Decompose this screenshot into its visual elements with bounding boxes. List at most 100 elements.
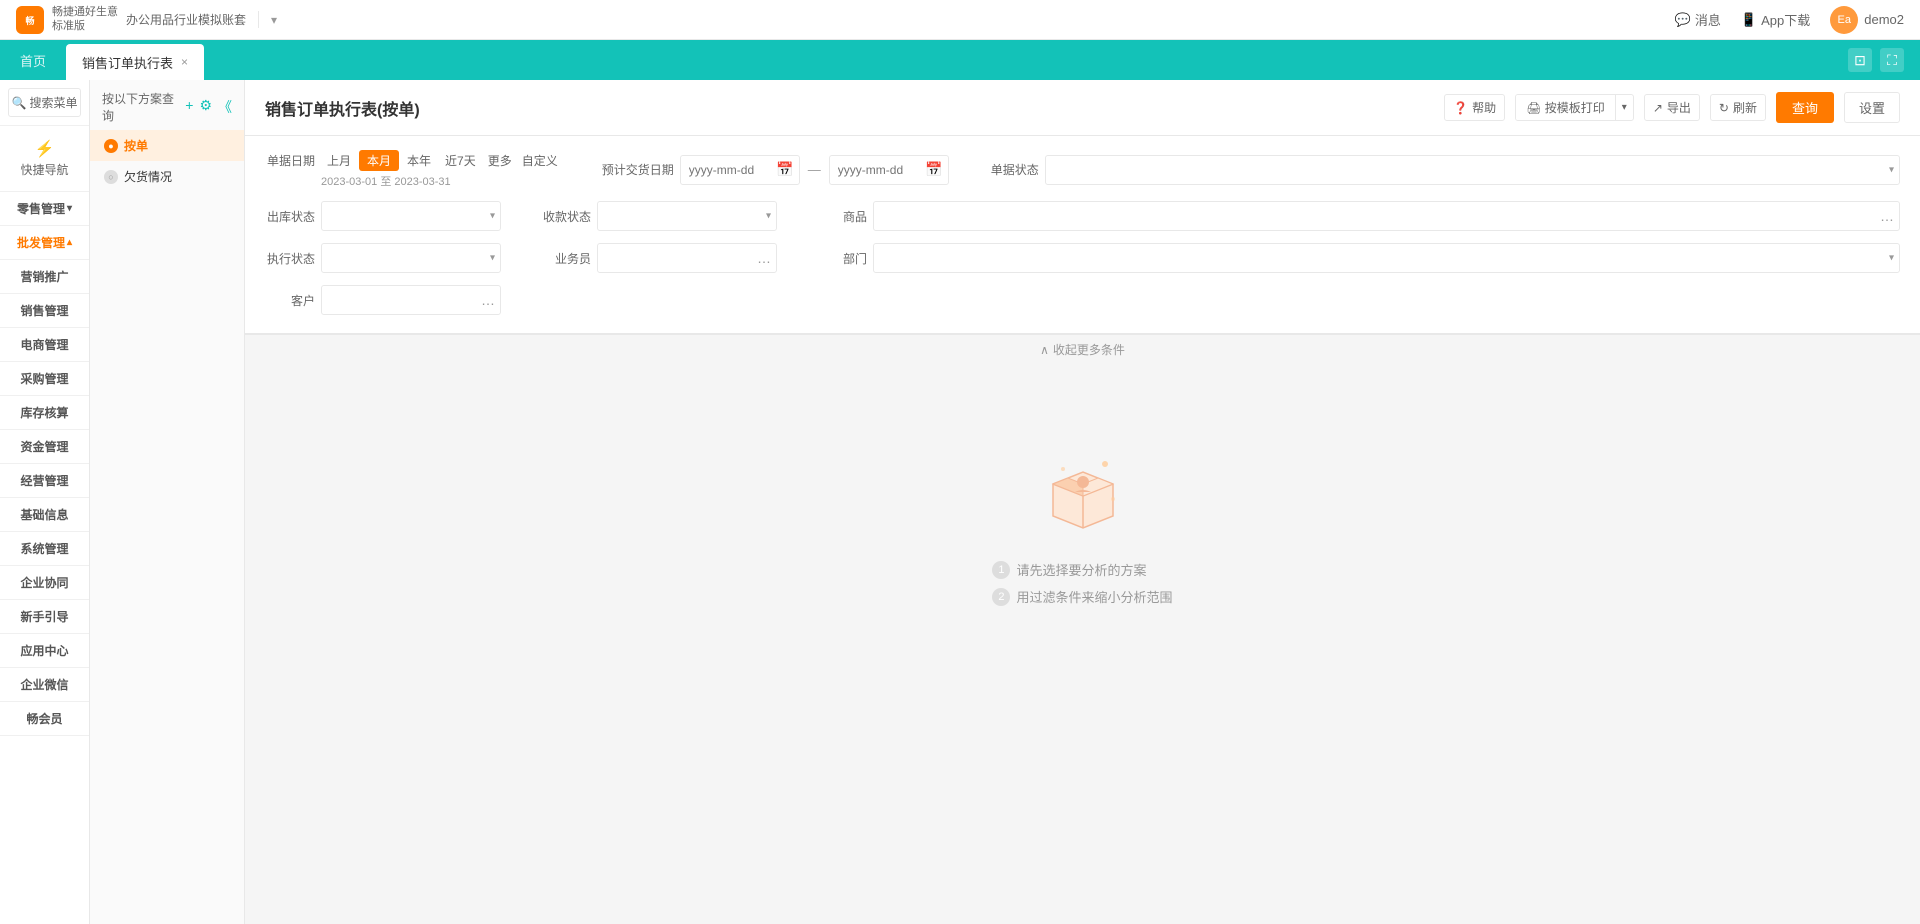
logo-text: 畅捷通好生意 标准版 [52, 6, 118, 32]
more-date-btn[interactable]: 更多 [484, 150, 516, 171]
tab-home[interactable]: 首页 [0, 40, 66, 80]
customer-input[interactable] [321, 285, 501, 315]
tab-restore-button[interactable]: ⊡ [1848, 48, 1872, 72]
collapse-left-panel-button[interactable]: 《 [218, 97, 232, 117]
tab-bar: 首页 销售订单执行表 × ⊡ ⛶ [0, 40, 1920, 80]
execution-label: 执行状态 [265, 250, 315, 267]
sidebar-item-marketing[interactable]: 营销推广 [0, 260, 89, 294]
tab-bar-actions: ⊡ ⛶ [1848, 48, 1904, 72]
left-panel-header: 按以下方案查询 + ⚙ 《 [90, 80, 244, 130]
content-area: 销售订单执行表(按单) ❓ 帮助 🖨 按模板打印 ▾ ↗ 导出 [245, 80, 1920, 924]
breadcrumb-arrow[interactable]: ▾ [271, 13, 277, 27]
template-print-button: 🖨 按模板打印 ▾ [1515, 94, 1634, 121]
print-icon: 🖨 [1526, 101, 1541, 115]
this-year-btn[interactable]: 本年 [401, 150, 437, 171]
date-separator: — [806, 162, 823, 177]
template-print-arrow[interactable]: ▾ [1616, 98, 1633, 117]
message-button[interactable]: 💬 消息 [1675, 10, 1721, 29]
filter-row-3: 执行状态 ▾ 业务员 … 部门 [265, 243, 1900, 273]
last-month-btn[interactable]: 上月 [321, 150, 357, 171]
refresh-button[interactable]: ↻ 刷新 [1710, 94, 1766, 121]
breadcrumb-area: ▾ [271, 13, 277, 27]
empty-illustration [1033, 444, 1133, 544]
sidebar-item-sales[interactable]: 销售管理 [0, 294, 89, 328]
status-group: 单据状态 ▾ [989, 155, 1900, 185]
settings-button[interactable]: 设置 [1844, 92, 1900, 123]
custom-date-btn[interactable]: 自定义 [518, 150, 562, 171]
top-bar-right: 💬 消息 📱 App下载 Ea demo2 [1675, 6, 1904, 34]
help-button[interactable]: ❓ 帮助 [1444, 94, 1505, 121]
tab-close-icon[interactable]: × [181, 55, 188, 69]
customer-label: 客户 [265, 292, 315, 309]
goods-more-icon[interactable]: … [1880, 208, 1894, 224]
sidebar-item-member[interactable]: 畅会员 [0, 702, 89, 736]
salesperson-input[interactable] [597, 243, 777, 273]
empty-state: 1 请先选择要分析的方案 2 用过滤条件来缩小分析范围 [245, 364, 1920, 686]
order-dot: ● [104, 139, 118, 153]
customer-more-icon[interactable]: … [481, 292, 495, 308]
last7days-btn[interactable]: 近7天 [439, 150, 482, 171]
hint-num-1: 1 [992, 561, 1010, 579]
add-scheme-button[interactable]: + [185, 97, 193, 117]
settings-scheme-button[interactable]: ⚙ [199, 97, 212, 117]
collection-label: 收款状态 [541, 208, 591, 225]
sidebar-item-enterprise[interactable]: 企业协同 [0, 566, 89, 600]
sidebar-item-purchase[interactable]: 采购管理 [0, 362, 89, 396]
tab-maximize-button[interactable]: ⛶ [1880, 48, 1904, 72]
sidebar-item-ecommerce[interactable]: 电商管理 [0, 328, 89, 362]
export-button[interactable]: ↗ 导出 [1644, 94, 1700, 121]
help-icon: ❓ [1453, 101, 1468, 115]
collapse-filter-button[interactable]: ∧ 收起更多条件 [245, 334, 1920, 364]
sidebar-item-appstore[interactable]: 应用中心 [0, 634, 89, 668]
warehouse-select[interactable] [321, 201, 501, 231]
filter-row-1: 单据日期 上月 本月 本年 近7天 更多 自定义 2023-03-01 至 20… [265, 150, 1900, 189]
status-select-wrap: ▾ [1045, 155, 1900, 185]
goods-input[interactable] [873, 201, 1900, 231]
date-quick-buttons: 上月 本月 本年 近7天 更多 自定义 [321, 150, 562, 171]
sidebar: 🔍 搜索菜单 ⚡ 快捷导航 零售管理 ▾ 批发管理 ▴ 营销推广 销售管理 电商… [0, 80, 90, 924]
department-select[interactable] [873, 243, 1900, 273]
date-label: 单据日期 [265, 152, 315, 169]
date-filter-group: 单据日期 上月 本月 本年 近7天 更多 自定义 2023-03-01 至 20… [265, 150, 562, 189]
calendar-start-icon[interactable]: 📅 [776, 161, 793, 178]
sidebar-item-wechat[interactable]: 企业微信 [0, 668, 89, 702]
warehouse-group: 出库状态 ▾ [265, 201, 501, 231]
sidebar-item-finance[interactable]: 资金管理 [0, 430, 89, 464]
date-range-text: 2023-03-01 至 2023-03-31 [321, 176, 451, 188]
template-print-main[interactable]: 🖨 按模板打印 [1516, 95, 1616, 120]
collection-select-wrap: ▾ [597, 201, 777, 231]
sidebar-item-newbie[interactable]: 新手引导 [0, 600, 89, 634]
sidebar-item-retail[interactable]: 零售管理 ▾ [0, 192, 89, 226]
svg-text:畅: 畅 [25, 15, 34, 26]
left-panel-item-order[interactable]: ● 按单 [90, 130, 244, 161]
execution-select[interactable] [321, 243, 501, 273]
sidebar-item-operation[interactable]: 经营管理 [0, 464, 89, 498]
export-icon: ↗ [1653, 101, 1663, 115]
top-bar-left: 畅 畅捷通好生意 标准版 办公用品行业模拟账套 ▾ [16, 6, 277, 34]
app-download-button[interactable]: 📱 App下载 [1741, 10, 1810, 29]
user-menu[interactable]: Ea demo2 [1830, 6, 1904, 34]
sidebar-quick-nav: ⚡ 快捷导航 [0, 126, 89, 192]
sidebar-search-button[interactable]: 🔍 搜索菜单 [8, 88, 81, 117]
filter-row-2: 出库状态 ▾ 收款状态 ▾ [265, 201, 1900, 231]
search-button[interactable]: 查询 [1776, 92, 1834, 123]
expected-date-end-wrap: 📅 [829, 155, 949, 185]
page-actions: ❓ 帮助 🖨 按模板打印 ▾ ↗ 导出 ↻ 刷新 [1444, 92, 1900, 123]
debt-dot: ○ [104, 170, 118, 184]
filter-row-4: 客户 … [265, 285, 1900, 315]
sidebar-item-wholesale[interactable]: 批发管理 ▴ [0, 226, 89, 260]
goods-label: 商品 [817, 208, 867, 225]
current-month-btn[interactable]: 本月 [359, 150, 399, 171]
status-select[interactable] [1045, 155, 1900, 185]
sidebar-item-inventory[interactable]: 库存核算 [0, 396, 89, 430]
sidebar-item-system[interactable]: 系统管理 [0, 532, 89, 566]
execution-group: 执行状态 ▾ [265, 243, 501, 273]
tab-sales-order[interactable]: 销售订单执行表 × [66, 44, 204, 80]
sidebar-item-basic[interactable]: 基础信息 [0, 498, 89, 532]
collection-select[interactable] [597, 201, 777, 231]
sidebar-item-quick-nav[interactable]: ⚡ 快捷导航 [0, 132, 89, 185]
calendar-end-icon[interactable]: 📅 [925, 161, 942, 178]
left-panel-item-debt[interactable]: ○ 欠货情况 [90, 161, 244, 192]
salesperson-more-icon[interactable]: … [757, 250, 771, 266]
quick-nav-icon: ⚡ [35, 139, 55, 159]
